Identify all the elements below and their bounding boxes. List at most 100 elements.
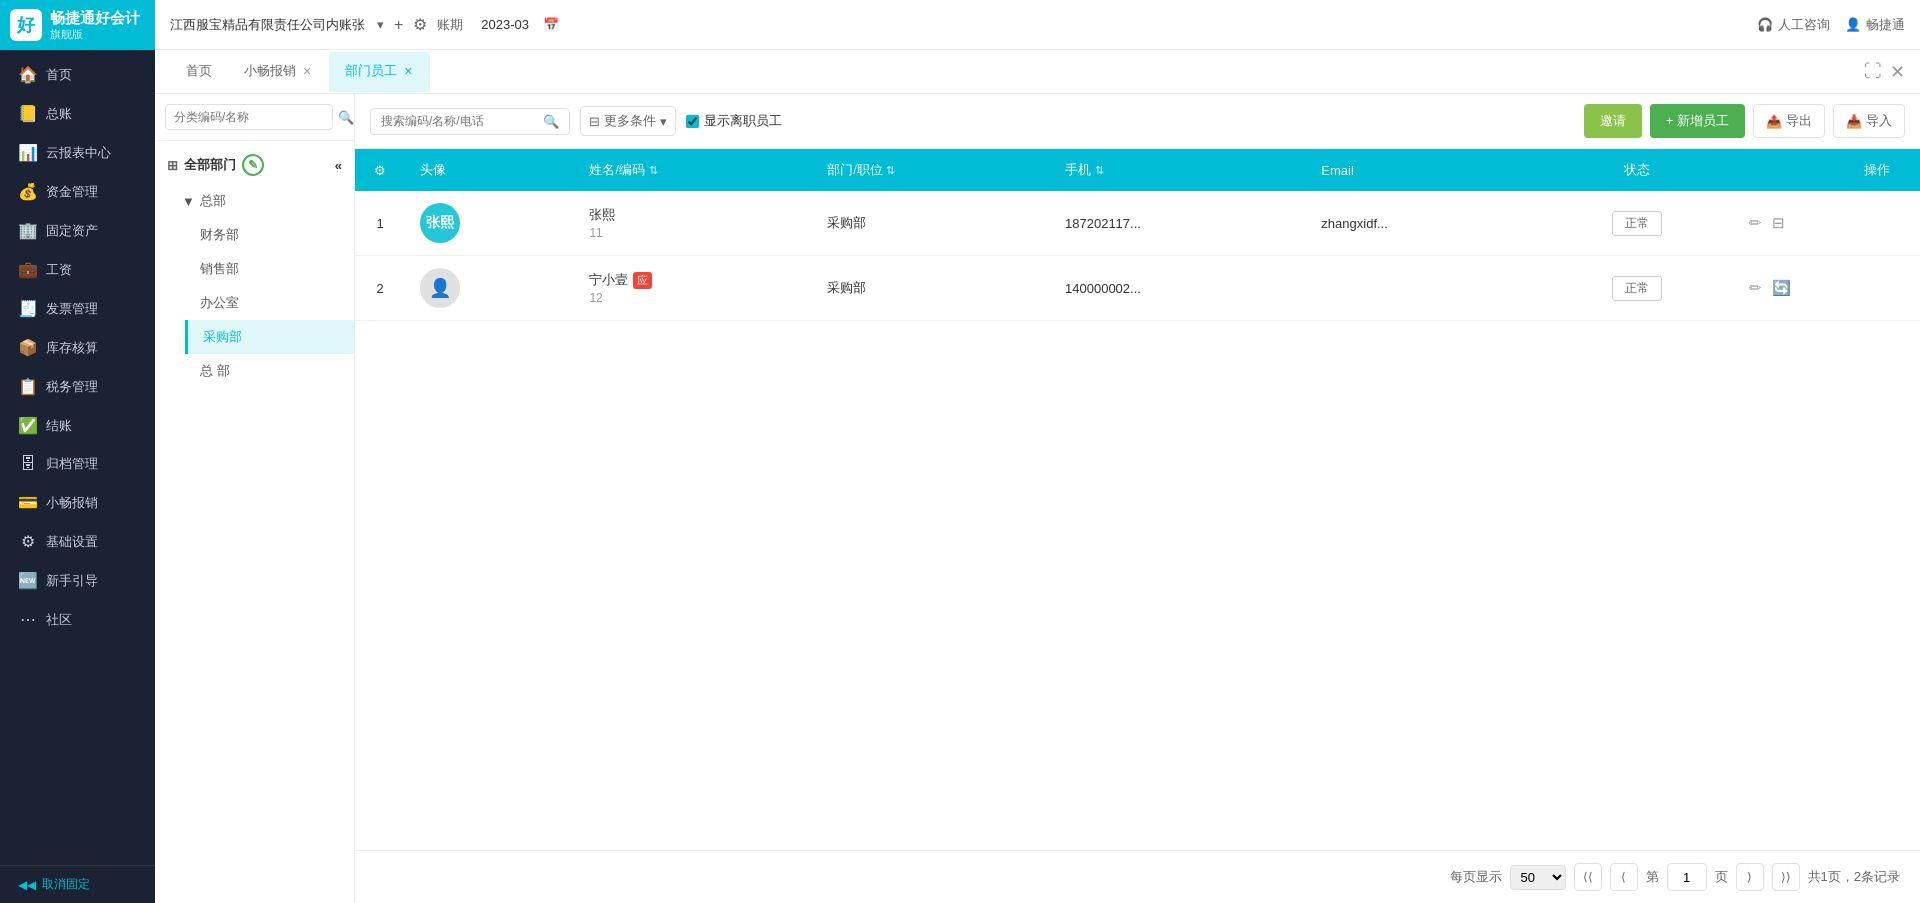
sidebar-item-funds[interactable]: 💰 资金管理 — [0, 172, 155, 211]
sidebar-item-label: 新手引导 — [46, 572, 98, 590]
next-page-button[interactable]: ⟩ — [1736, 863, 1764, 891]
dept-parent-head[interactable]: ▼ 总部 — [170, 184, 354, 218]
edit-badge[interactable]: ✎ — [242, 154, 264, 176]
sidebar-item-reports[interactable]: 📊 云报表中心 — [0, 133, 155, 172]
sidebar-item-inventory[interactable]: 📦 库存核算 — [0, 328, 155, 367]
employee-search-icon[interactable]: 🔍 — [543, 114, 559, 129]
table-row: 2 👤 宁小壹 应 12 — [355, 256, 1920, 321]
main-area: 江西服宝精品有限责任公司内账张 ▾ + ⚙ 账期 2023-03 📅 🎧 人工咨… — [155, 0, 1920, 903]
expense-icon: 💳 — [18, 493, 38, 512]
dept-item-general[interactable]: 总 部 — [185, 354, 354, 388]
col-name[interactable]: 姓名/编码 ⇅ — [574, 149, 812, 191]
user-button[interactable]: 👤 畅捷通 — [1845, 16, 1905, 34]
tab-dept[interactable]: 部门员工 × — [329, 52, 430, 92]
row2-no: 2 — [355, 256, 405, 321]
dept-item-purchase[interactable]: 采购部 — [185, 320, 354, 354]
settings-icon: ⚙ — [18, 532, 38, 551]
add-company-button[interactable]: + — [394, 16, 403, 34]
row1-name-cell: 张熙 11 — [574, 191, 812, 256]
sidebar-item-label: 云报表中心 — [46, 144, 111, 162]
all-dept-header[interactable]: ⊞ 全部部门 ✎ « — [155, 146, 354, 184]
sidebar-item-checkout[interactable]: ✅ 结账 — [0, 406, 155, 445]
pagination: 每页显示 50 100 200 ⟨⟨ ⟨ 第 页 ⟩ ⟩⟩ 共1页，2条记录 — [355, 850, 1920, 903]
employee-table-container: ⚙ 头像 姓名/编码 ⇅ 部门/职位 ⇅ 手机 ⇅ Email 状态 操作 — [355, 149, 1920, 850]
dept-item-office[interactable]: 办公室 — [185, 286, 354, 320]
settings-button[interactable]: ⚙ — [413, 15, 427, 34]
tab-home[interactable]: 首页 — [170, 52, 228, 92]
sidebar-item-settings[interactable]: ⚙ 基础设置 — [0, 522, 155, 561]
col-settings[interactable]: ⚙ — [355, 149, 405, 191]
show-resigned-toggle[interactable]: 显示离职员工 — [686, 112, 782, 130]
sidebar-item-invoice[interactable]: 🧾 发票管理 — [0, 289, 155, 328]
dept-search-input[interactable] — [165, 104, 333, 130]
sidebar-item-archive[interactable]: 🗄 归档管理 — [0, 445, 155, 483]
sidebar-item-label: 归档管理 — [46, 455, 98, 473]
sidebar-item-label: 小畅报销 — [46, 494, 98, 512]
calendar-icon[interactable]: 📅 — [543, 17, 559, 32]
edit-icon[interactable]: ✏ — [1749, 279, 1762, 297]
filter-button[interactable]: ⊟ 更多条件 ▾ — [580, 106, 676, 136]
sidebar-item-label: 结账 — [46, 417, 72, 435]
row2-email — [1306, 256, 1540, 321]
employee-search-input[interactable] — [381, 114, 543, 128]
collapse-icon[interactable]: « — [335, 158, 342, 173]
col-dept[interactable]: 部门/职位 ⇅ — [812, 149, 1050, 191]
period-label: 账期 — [437, 16, 463, 34]
tab-expense[interactable]: 小畅报销 × — [228, 52, 329, 92]
dept-search-icon[interactable]: 🔍 — [338, 110, 354, 125]
content-area: 🔍 ⊞ 全部部门 ✎ « ▼ 总部 财务部 销售部 — [155, 94, 1920, 903]
expand-icon: ▼ — [182, 194, 195, 209]
add-employee-button[interactable]: + 新增员工 — [1650, 104, 1745, 138]
employee-code: 12 — [589, 291, 797, 305]
per-page-select[interactable]: 50 100 200 — [1510, 865, 1566, 890]
sidebar-item-home[interactable]: 🏠 首页 — [0, 55, 155, 94]
employee-name: 张熙 — [589, 206, 615, 224]
logout-icon[interactable]: ⊟ — [1772, 214, 1785, 232]
tab-expense-close[interactable]: × — [301, 63, 313, 79]
dept-item-finance[interactable]: 财务部 — [185, 218, 354, 252]
avatar: 👤 — [420, 268, 460, 308]
sidebar-item-guide[interactable]: 🆕 新手引导 — [0, 561, 155, 600]
col-actions: 操作 — [1734, 149, 1920, 191]
col-phone[interactable]: 手机 ⇅ — [1050, 149, 1306, 191]
headset-icon: 🎧 — [1757, 17, 1773, 32]
sidebar-item-ledger[interactable]: 📒 总账 — [0, 94, 155, 133]
support-button[interactable]: 🎧 人工咨询 — [1757, 16, 1830, 34]
filter-chevron-icon: ▾ — [660, 114, 667, 129]
sidebar-item-expense[interactable]: 💳 小畅报销 — [0, 483, 155, 522]
employee-panel: 🔍 ⊟ 更多条件 ▾ 显示离职员工 邀请 + 新增员工 📤 导出 — [355, 94, 1920, 903]
last-page-button[interactable]: ⟩⟩ — [1772, 863, 1800, 891]
row1-phone: 187202117... — [1050, 191, 1306, 256]
row2-name-cell: 宁小壹 应 12 — [574, 256, 812, 321]
cancel-pin-button[interactable]: ◀◀ 取消固定 — [0, 865, 155, 903]
tab-dept-close[interactable]: × — [402, 63, 414, 79]
maximize-button[interactable]: ⛶ — [1864, 61, 1882, 82]
app-subtitle: 旗舰版 — [50, 27, 140, 42]
tabbar: 首页 小畅报销 × 部门员工 × ⛶ ✕ — [155, 50, 1920, 94]
ledger-icon: 📒 — [18, 104, 38, 123]
company-dropdown-icon[interactable]: ▾ — [377, 17, 384, 32]
all-dept-label: 全部部门 — [184, 156, 236, 174]
sidebar-item-salary[interactable]: 💼 工资 — [0, 250, 155, 289]
sidebar-item-tax[interactable]: 📋 税务管理 — [0, 367, 155, 406]
edit-icon[interactable]: ✏ — [1749, 214, 1762, 232]
row1-dept: 采购部 — [812, 191, 1050, 256]
dept-item-sales[interactable]: 销售部 — [185, 252, 354, 286]
refresh-icon[interactable]: 🔄 — [1772, 279, 1791, 297]
export-button[interactable]: 📤 导出 — [1753, 104, 1825, 138]
page-prefix-label: 第 — [1646, 868, 1659, 886]
row2-dept: 采购部 — [812, 256, 1050, 321]
period-value[interactable]: 2023-03 — [481, 17, 529, 32]
sidebar-item-more[interactable]: ⋯ 社区 — [0, 600, 155, 639]
tab-dept-label: 部门员工 — [345, 62, 397, 80]
close-tab-button[interactable]: ✕ — [1890, 61, 1905, 83]
row1-status: 正常 — [1540, 191, 1734, 256]
show-resigned-checkbox[interactable] — [686, 115, 699, 128]
first-page-button[interactable]: ⟨⟨ — [1574, 863, 1602, 891]
toolbar-actions: 邀请 + 新增员工 📤 导出 📥 导入 — [1584, 104, 1905, 138]
invite-button[interactable]: 邀请 — [1584, 104, 1642, 138]
prev-page-button[interactable]: ⟨ — [1610, 863, 1638, 891]
sidebar-item-assets[interactable]: 🏢 固定资产 — [0, 211, 155, 250]
page-number-input[interactable] — [1667, 863, 1707, 891]
import-button[interactable]: 📥 导入 — [1833, 104, 1905, 138]
